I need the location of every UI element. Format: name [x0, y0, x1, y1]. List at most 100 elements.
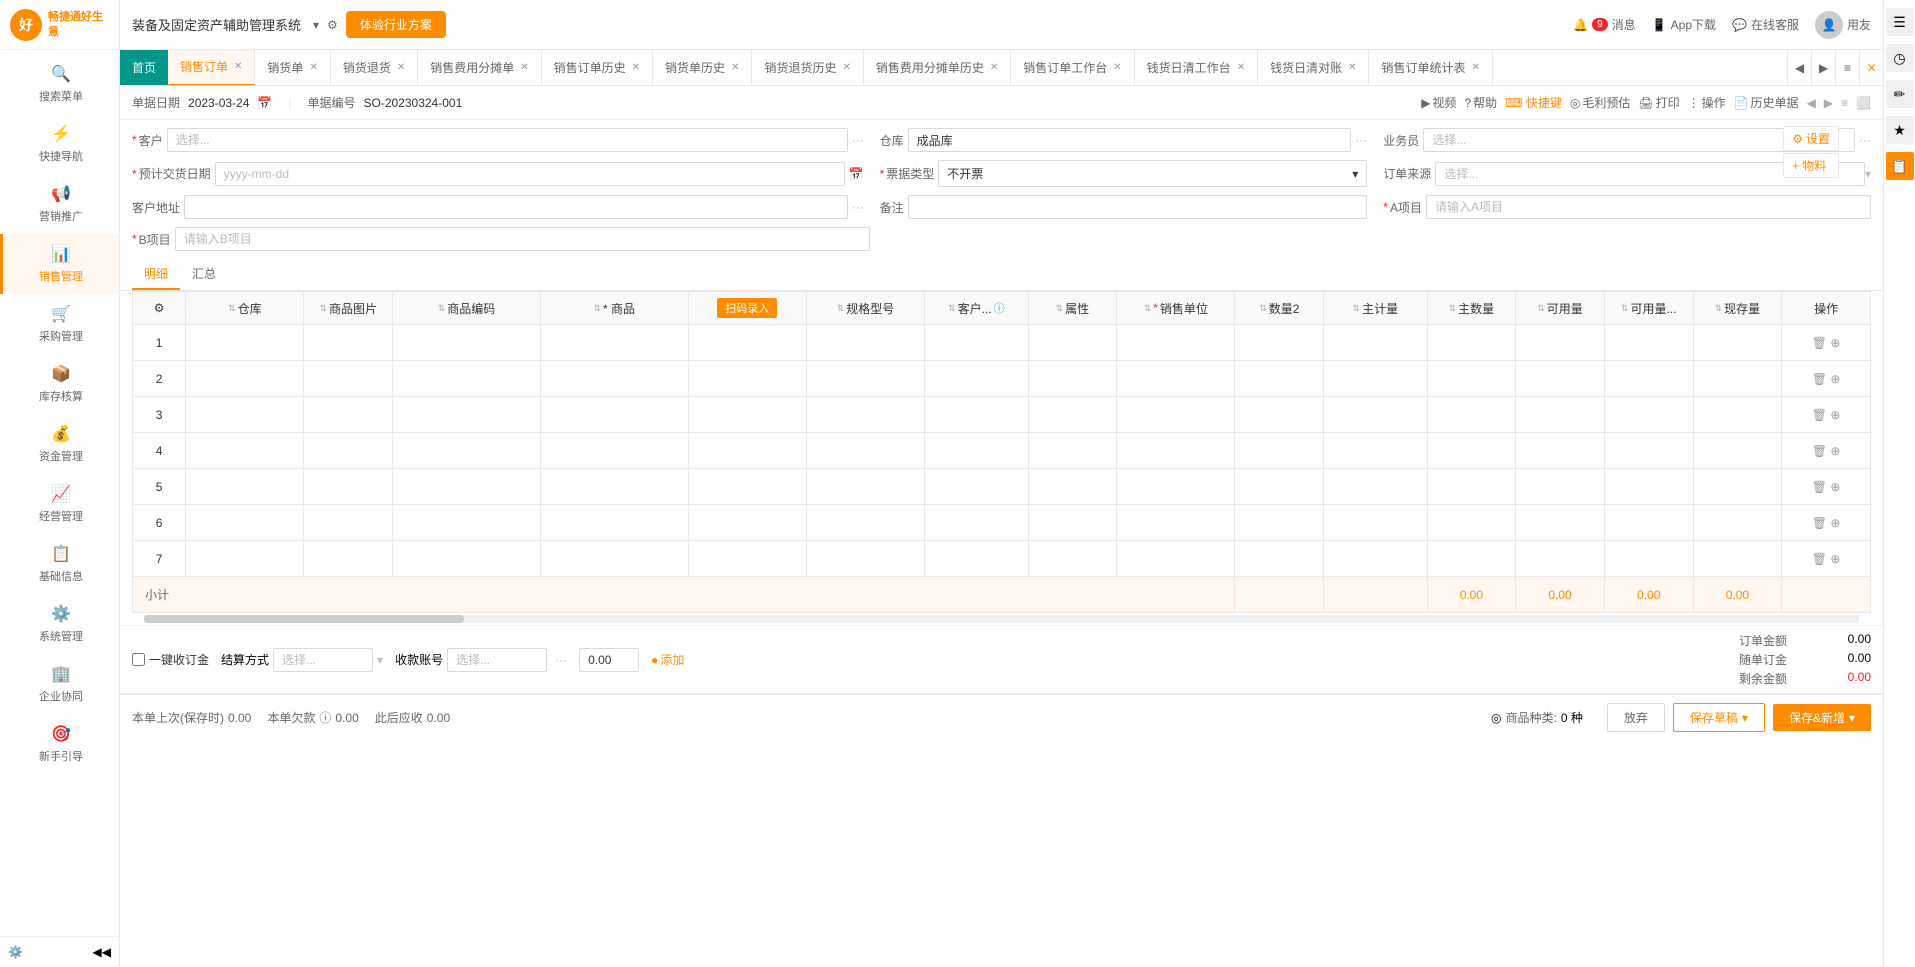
scan-button[interactable]: 扫码录入 [717, 298, 777, 318]
row-spec[interactable] [806, 325, 924, 361]
tab-sales-history[interactable]: 销货单历史 ✕ [653, 50, 752, 86]
th-product-code[interactable]: ⇅ 商品编码 [393, 292, 541, 325]
delete-icon[interactable]: 🗑 [1812, 372, 1827, 386]
view-action[interactable]: ▶ 视频 [1421, 94, 1456, 111]
sidebar-item-purchase[interactable]: 🛒 采购管理 [0, 294, 119, 354]
copy-icon[interactable]: ⊕ [1830, 480, 1840, 494]
debit-info-icon[interactable]: ⓘ [319, 709, 331, 726]
tab-sales-order[interactable]: 销售订单 ✕ [168, 50, 255, 86]
th-settings[interactable]: ⚙ [133, 292, 186, 325]
calendar-icon[interactable]: 📅 [257, 96, 272, 110]
row-sales-unit[interactable] [1117, 361, 1235, 397]
row-customer-ref[interactable] [925, 325, 1028, 361]
sidebar-item-inventory[interactable]: 📦 库存核算 [0, 354, 119, 414]
tab-close-icon[interactable]: ✕ [1348, 62, 1356, 73]
add-material-float-btn[interactable]: + 物料 [1783, 153, 1839, 178]
right-icon-2[interactable]: ◷ [1886, 44, 1914, 72]
tab-close-icon[interactable]: ✕ [520, 62, 528, 73]
delete-icon[interactable]: 🗑 [1812, 408, 1827, 422]
discard-button[interactable]: 放弃 [1607, 703, 1665, 732]
copy-icon[interactable]: ⊕ [1830, 444, 1840, 458]
warehouse-input[interactable] [908, 128, 1352, 152]
row-warehouse[interactable] [186, 361, 304, 397]
b-project-input[interactable] [175, 227, 871, 251]
customer-address-input[interactable] [184, 195, 848, 219]
scrollbar-thumb[interactable] [144, 615, 464, 623]
row-attribute[interactable] [1028, 361, 1117, 397]
row-product[interactable] [540, 325, 688, 361]
row-qty2[interactable] [1235, 361, 1324, 397]
row-product-code[interactable] [393, 361, 541, 397]
system-selector[interactable]: ▾ [313, 18, 319, 32]
row-sales-unit[interactable] [1117, 325, 1235, 361]
tab-prev-arrow[interactable]: ◀ [1787, 50, 1811, 86]
tab-close-icon[interactable]: ✕ [1237, 62, 1245, 73]
tab-sales-refund-history[interactable]: 销货退货历史 ✕ [752, 50, 863, 86]
tab-close-icon[interactable]: ✕ [1113, 62, 1121, 73]
tab-sales-order-workbench[interactable]: 销售订单工作台 ✕ [1011, 50, 1134, 86]
help-action[interactable]: ? 帮助 [1464, 94, 1497, 111]
tab-close-icon[interactable]: ✕ [1472, 62, 1480, 73]
collapse-icon[interactable]: ◀◀ [93, 945, 111, 959]
tab-sales-order-history[interactable]: 销售订单历史 ✕ [542, 50, 653, 86]
row-warehouse[interactable] [186, 325, 304, 361]
profit-action[interactable]: ◎ 毛利预估 [1570, 94, 1631, 111]
app-download-item[interactable]: 📱 App下载 [1652, 16, 1716, 33]
th-spec[interactable]: ⇅ 规格型号 [806, 292, 924, 325]
delete-icon[interactable]: 🗑 [1812, 444, 1827, 458]
save-draft-button[interactable]: 保存草稿 ▾ [1673, 703, 1765, 732]
th-customer-ref[interactable]: ⇅ 客户... ⓘ [925, 292, 1028, 325]
th-product[interactable]: ⇅ * 商品 [540, 292, 688, 325]
row-customer-ref[interactable] [925, 361, 1028, 397]
sidebar-item-quick-nav[interactable]: ⚡ 快捷导航 [0, 114, 119, 174]
notification-item[interactable]: 🔔 9 消息 [1573, 16, 1636, 33]
th-sales-unit[interactable]: ⇅ * 销售单位 [1117, 292, 1235, 325]
info-icon[interactable]: ⓘ [994, 300, 1005, 316]
sidebar-item-search[interactable]: 🔍 搜索菜单 [0, 54, 119, 114]
th-product-image[interactable]: ⇅ 商品图片 [304, 292, 393, 325]
tab-menu-icon[interactable]: ≡ [1835, 50, 1859, 86]
save-new-button[interactable]: 保存&新增 ▾ [1773, 704, 1871, 731]
invoice-type-select[interactable]: 不开票 ▾ [938, 160, 1367, 187]
grid-icon[interactable]: ≡ [1841, 96, 1848, 110]
delete-icon[interactable]: 🗑 [1812, 552, 1827, 566]
tab-next-arrow[interactable]: ▶ [1811, 50, 1835, 86]
tab-close-icon[interactable]: ✕ [990, 62, 998, 73]
th-qty2[interactable]: ⇅ 数量2 [1235, 292, 1324, 325]
delete-icon[interactable]: 🗑 [1812, 480, 1827, 494]
row-spec[interactable] [806, 361, 924, 397]
expand-icon[interactable]: ⬜ [1856, 96, 1871, 110]
scrollbar-track[interactable] [144, 615, 1859, 623]
row-attribute[interactable] [1028, 325, 1117, 361]
shortcut-action[interactable]: ⌨ 快捷键 [1505, 94, 1562, 111]
row-product[interactable] [540, 361, 688, 397]
copy-icon[interactable]: ⊕ [1830, 336, 1840, 350]
copy-icon[interactable]: ⊕ [1830, 552, 1840, 566]
row-main-qty[interactable] [1427, 361, 1516, 397]
settings-float-btn[interactable]: ⚙ 设置 [1783, 126, 1839, 151]
copy-icon[interactable]: ⊕ [1830, 372, 1840, 386]
online-service-item[interactable]: 💬 在线客服 [1732, 16, 1799, 33]
calendar2-icon[interactable]: 📅 [849, 167, 864, 181]
sidebar-item-guide[interactable]: 🎯 新手引导 [0, 714, 119, 774]
tab-close-icon[interactable]: ✕ [842, 62, 850, 73]
sidebar-item-sales[interactable]: 📊 销售管理 [0, 234, 119, 294]
tab-close-icon[interactable]: ✕ [632, 62, 640, 73]
th-warehouse[interactable]: ⇅ 仓库 [186, 292, 304, 325]
th-available-qty[interactable]: ⇅ 可用量 [1516, 292, 1605, 325]
row-main-qty[interactable] [1427, 325, 1516, 361]
tab-sales-refund[interactable]: 销货退货 ✕ [331, 50, 418, 86]
warehouse-more-icon[interactable]: ··· [1355, 133, 1367, 147]
th-attribute[interactable]: ⇅ 属性 [1028, 292, 1117, 325]
tab-sales-fee-split[interactable]: 销售费用分摊单 ✕ [418, 50, 541, 86]
sidebar-item-operations[interactable]: 📈 经营管理 [0, 474, 119, 534]
th-available-qty2[interactable]: ⇅ 可用量... [1604, 292, 1693, 325]
sidebar-item-marketing[interactable]: 📢 营销推广 [0, 174, 119, 234]
gear-icon[interactable]: ⚙ [327, 18, 338, 32]
copy-icon[interactable]: ⊕ [1830, 408, 1840, 422]
sidebar-item-enterprise[interactable]: 🏢 企业协同 [0, 654, 119, 714]
a-project-input[interactable] [1426, 195, 1871, 219]
history-action[interactable]: 📄 历史单据 [1734, 94, 1799, 111]
inner-tab-summary[interactable]: 汇总 [180, 259, 228, 290]
remarks-input[interactable] [908, 195, 1368, 219]
